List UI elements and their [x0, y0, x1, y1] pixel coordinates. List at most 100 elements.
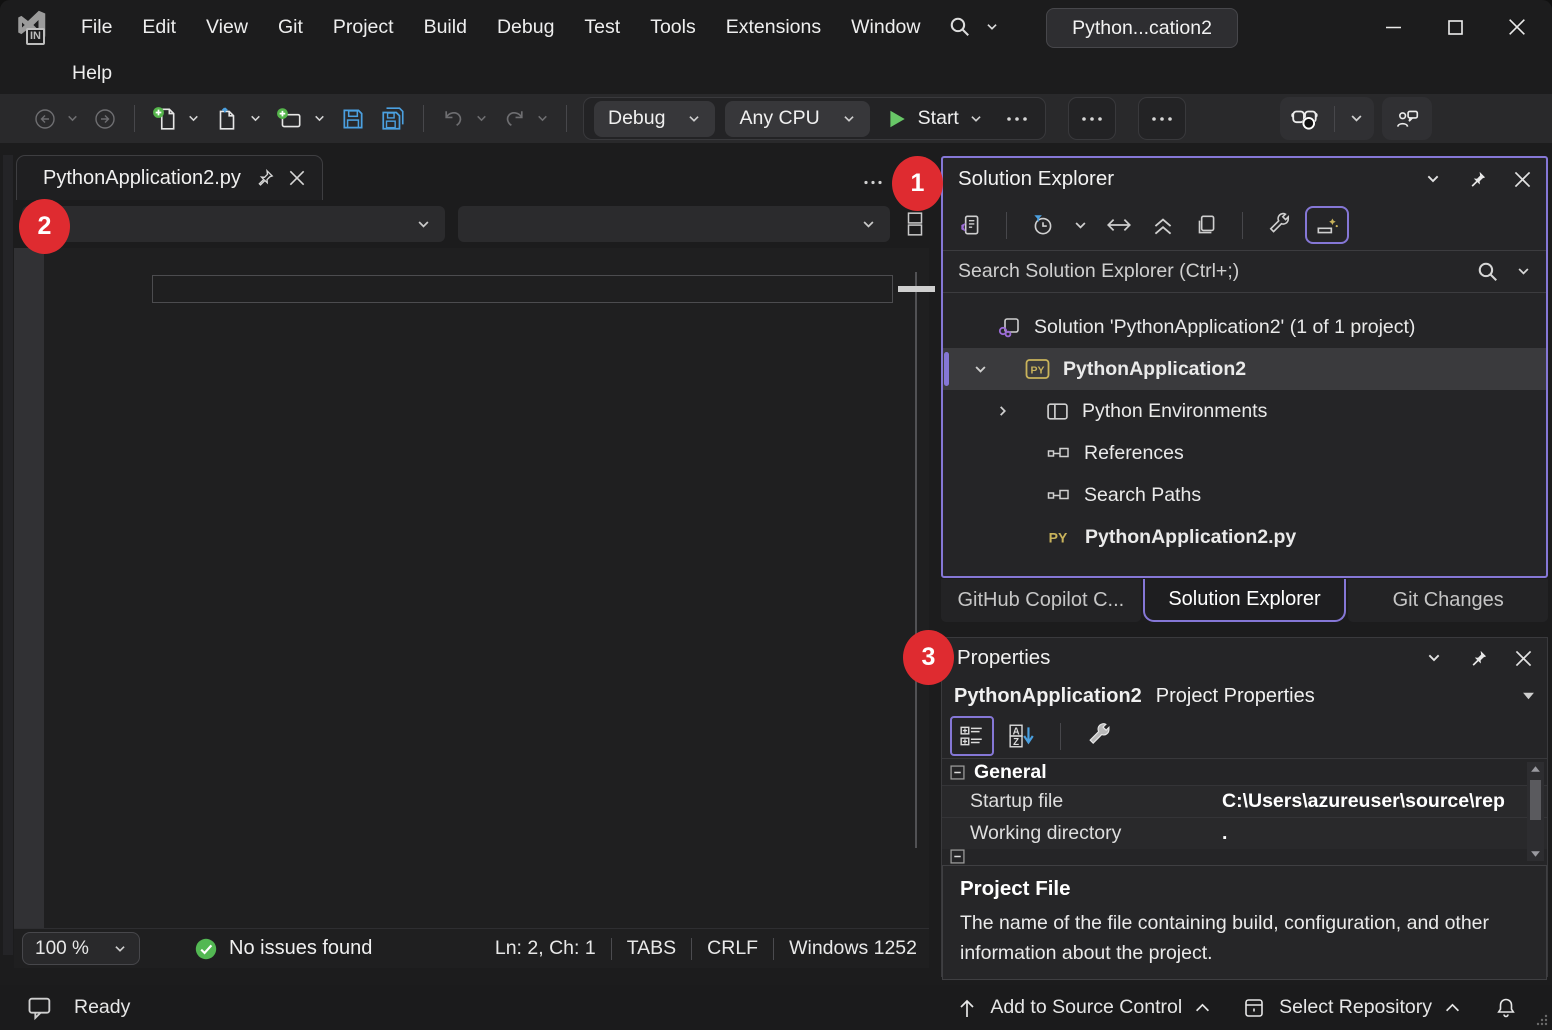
chevron-down-icon[interactable]: [1425, 171, 1441, 187]
property-pages-wrench-icon[interactable]: [1081, 718, 1117, 754]
close-icon[interactable]: [1514, 171, 1531, 188]
tab-git-changes[interactable]: Git Changes: [1348, 579, 1548, 622]
save-button[interactable]: [333, 106, 373, 132]
solution-explorer-search[interactable]: Search Solution Explorer (Ctrl+;): [943, 250, 1546, 293]
menu-git[interactable]: Git: [263, 16, 318, 39]
menu-help[interactable]: Help: [57, 62, 127, 85]
add-item-button[interactable]: [269, 106, 333, 132]
menu-window[interactable]: Window: [836, 16, 935, 39]
alphabetical-sort-icon[interactable]: AZ: [1004, 718, 1040, 754]
issues-indicator[interactable]: No issues found: [194, 937, 372, 961]
close-icon[interactable]: [289, 170, 305, 186]
copilot-icon[interactable]: [1290, 105, 1320, 133]
notifications-bell-icon[interactable]: [1494, 996, 1518, 1020]
editor-tab[interactable]: PythonApplication2.py: [16, 155, 323, 200]
start-debugging-button[interactable]: Start: [880, 107, 989, 130]
solution-explorer-header[interactable]: Solution Explorer: [943, 158, 1546, 200]
preview-selected-items-icon[interactable]: [1305, 206, 1349, 244]
titlebar-search-button[interactable]: [949, 16, 999, 38]
copilot-chevron-button[interactable]: [1349, 111, 1364, 126]
menu-debug[interactable]: Debug: [482, 16, 569, 39]
menu-project[interactable]: Project: [318, 16, 409, 39]
menu-tools[interactable]: Tools: [635, 16, 711, 39]
search-icon[interactable]: [1477, 261, 1499, 283]
encoding-indicator[interactable]: Windows 1252: [789, 937, 917, 960]
minimize-button[interactable]: [1362, 0, 1424, 54]
chevron-down-icon[interactable]: [970, 362, 990, 377]
add-to-source-control-button[interactable]: Add to Source Control: [957, 996, 1210, 1019]
chevron-right-icon[interactable]: [993, 404, 1013, 418]
scroll-down-icon[interactable]: [1530, 847, 1541, 861]
properties-object-dropdown[interactable]: PythonApplication2 Project Properties: [942, 678, 1547, 714]
categorized-icon[interactable]: [950, 716, 994, 756]
property-row-working-directory[interactable]: Working directory .: [942, 817, 1547, 849]
save-all-button[interactable]: [373, 106, 413, 132]
chevron-down-icon[interactable]: [1069, 214, 1092, 237]
property-row-startup-file[interactable]: Startup file C:\Users\azureuser\source\r…: [942, 785, 1547, 817]
line-ending-indicator[interactable]: CRLF: [707, 937, 758, 960]
send-feedback-button[interactable]: [1382, 97, 1432, 140]
scrollbar-thumb[interactable]: [1530, 780, 1541, 820]
scroll-up-icon[interactable]: [1530, 762, 1541, 776]
switch-views-icon[interactable]: [953, 208, 987, 242]
select-repository-button[interactable]: Select Repository: [1242, 996, 1460, 1020]
toolbar-overflow-button-2[interactable]: [1138, 97, 1186, 140]
pin-icon[interactable]: [256, 169, 274, 187]
menu-test[interactable]: Test: [569, 16, 635, 39]
window-title[interactable]: Python...cation2: [1046, 8, 1238, 48]
code-editor[interactable]: [14, 248, 929, 928]
pin-icon[interactable]: [1468, 170, 1487, 189]
collapse-all-icon[interactable]: [1146, 209, 1180, 241]
category-row-general[interactable]: General: [942, 759, 1547, 785]
pin-icon[interactable]: [1469, 649, 1488, 668]
properties-header[interactable]: Properties: [942, 638, 1547, 678]
navbar-type-dropdown[interactable]: [22, 206, 445, 242]
tree-item-references[interactable]: References: [943, 432, 1546, 474]
tab-overflow-button[interactable]: [863, 179, 883, 186]
menu-extensions[interactable]: Extensions: [711, 16, 836, 39]
split-window-button[interactable]: [904, 211, 926, 237]
show-all-files-icon[interactable]: [1189, 208, 1223, 242]
property-value[interactable]: C:\Users\azureuser\source\rep: [1222, 790, 1517, 813]
properties-scrollbar[interactable]: [1527, 762, 1544, 861]
solution-platform-dropdown[interactable]: Any CPU: [725, 101, 869, 137]
tree-item-project[interactable]: PY PythonApplication2: [943, 348, 1546, 390]
maximize-button[interactable]: [1424, 0, 1486, 54]
zoom-dropdown[interactable]: 100 %: [22, 932, 140, 965]
resize-grip[interactable]: [1533, 1011, 1549, 1027]
undo-button[interactable]: [434, 106, 495, 131]
tree-item-solution[interactable]: Solution 'PythonApplication2' (1 of 1 pr…: [943, 306, 1546, 348]
redo-button[interactable]: [495, 106, 556, 131]
chevron-down-icon[interactable]: [1516, 264, 1531, 279]
feedback-bubble-icon[interactable]: [26, 994, 54, 1022]
collapse-box-icon[interactable]: [950, 765, 965, 780]
tree-item-search-paths[interactable]: Search Paths: [943, 474, 1546, 516]
new-file-button[interactable]: [145, 106, 207, 132]
navbar-member-dropdown[interactable]: [458, 206, 890, 242]
run-overflow-button[interactable]: [999, 115, 1035, 123]
solution-configuration-dropdown[interactable]: Debug: [594, 101, 715, 137]
property-value[interactable]: .: [1222, 822, 1517, 845]
sync-with-active-document-icon[interactable]: [1101, 209, 1137, 241]
menu-edit[interactable]: Edit: [127, 16, 191, 39]
editor-scrollbar-thumb[interactable]: [898, 286, 935, 292]
tree-item-python-file[interactable]: PY PythonApplication2.py: [943, 516, 1546, 558]
tab-solution-explorer[interactable]: Solution Explorer: [1143, 579, 1347, 622]
menu-view[interactable]: View: [191, 16, 263, 39]
toolbar-overflow-button-1[interactable]: [1068, 97, 1116, 140]
editor-scrollbar[interactable]: [915, 272, 917, 848]
navigate-forward-button[interactable]: [86, 107, 124, 131]
line-column-indicator[interactable]: Ln: 2, Ch: 1: [495, 937, 596, 960]
navigate-back-button[interactable]: [26, 107, 86, 131]
close-icon[interactable]: [1515, 650, 1532, 667]
tab-github-copilot[interactable]: GitHub Copilot C...: [941, 579, 1141, 622]
tree-item-python-environments[interactable]: Python Environments: [943, 390, 1546, 432]
indent-indicator[interactable]: TABS: [627, 937, 676, 960]
menu-build[interactable]: Build: [409, 16, 482, 39]
menu-file[interactable]: File: [66, 16, 127, 39]
open-file-button[interactable]: [207, 106, 269, 132]
properties-wrench-icon[interactable]: [1262, 208, 1296, 242]
close-button[interactable]: [1486, 0, 1548, 54]
pending-changes-filter-icon[interactable]: [1026, 208, 1060, 242]
chevron-down-icon[interactable]: [1426, 650, 1442, 666]
